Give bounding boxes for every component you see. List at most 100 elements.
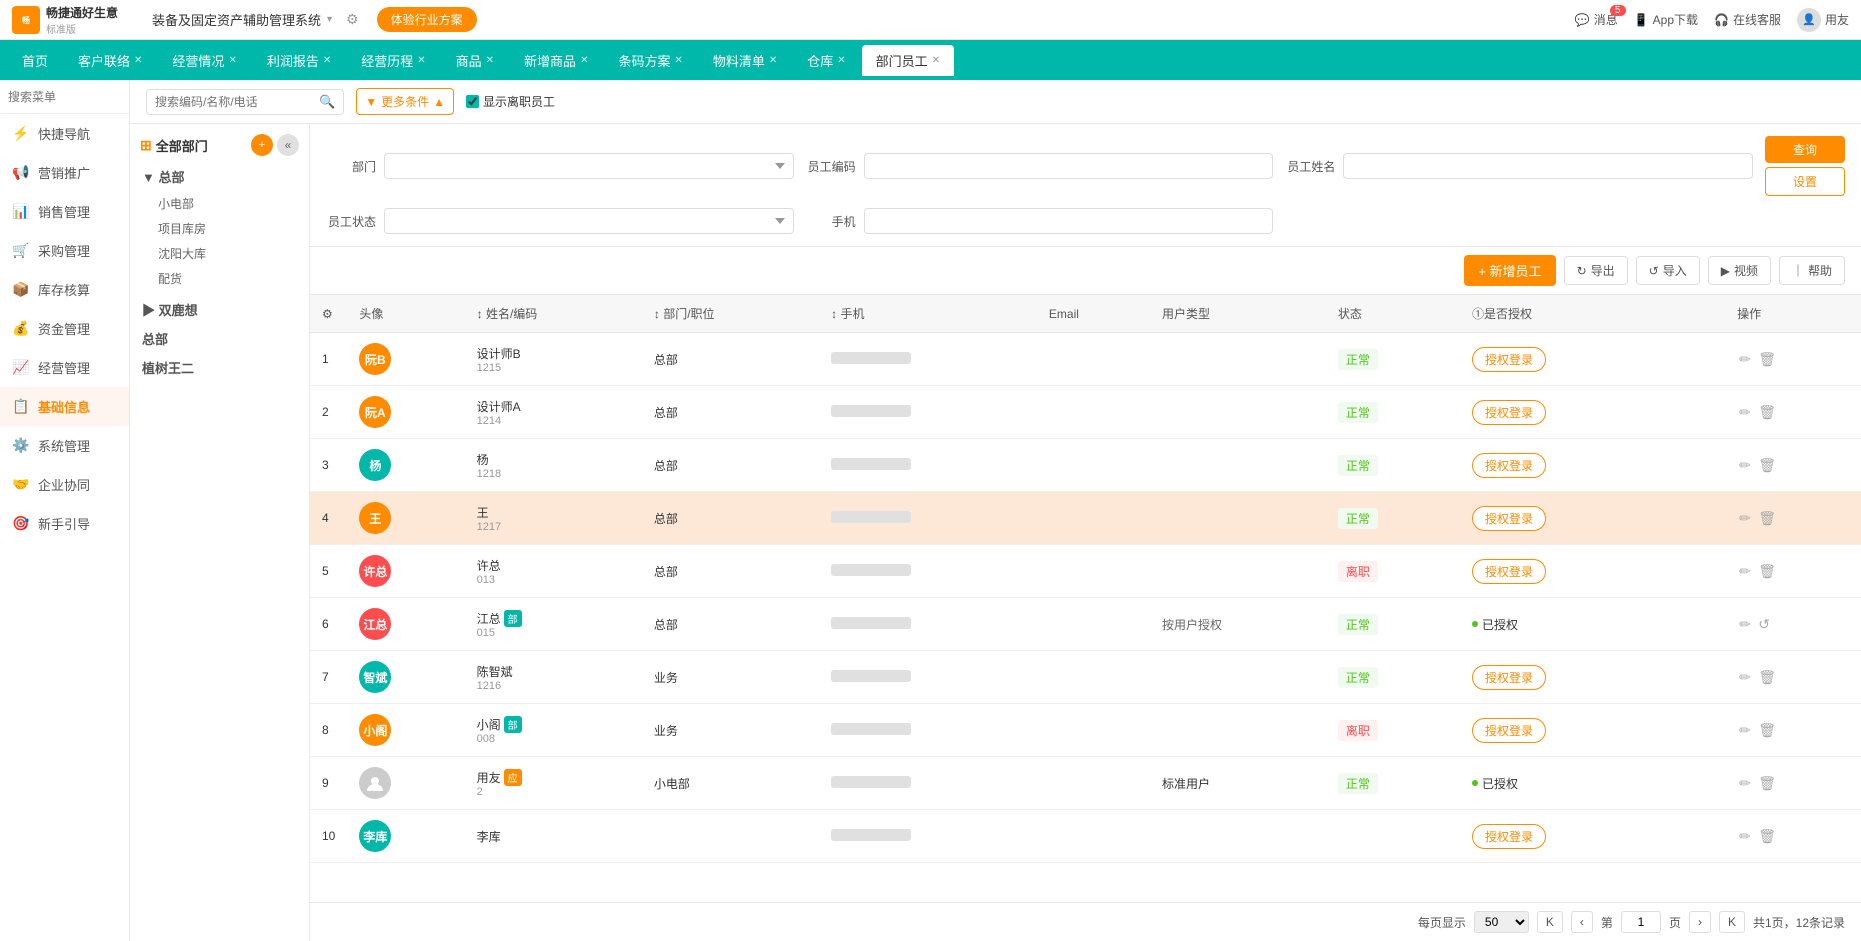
phone-input[interactable] xyxy=(864,208,1274,234)
collapse-dept-button[interactable]: « xyxy=(277,134,299,156)
sidebar-item-sales[interactable]: 📊 销售管理 xyxy=(0,192,129,231)
delete-button[interactable]: 🗑 xyxy=(1756,561,1778,582)
last-page-button[interactable]: K xyxy=(1719,911,1745,933)
import-button[interactable]: ↺ 导入 xyxy=(1636,256,1700,285)
edit-button[interactable]: ✏ xyxy=(1737,455,1753,476)
settings-icon[interactable]: ⚙ xyxy=(346,11,359,28)
dept-node-shuanglu[interactable]: ▶ 双鹿想 xyxy=(138,295,301,324)
sidebar-item-marketing[interactable]: 📢 营销推广 xyxy=(0,153,129,192)
sidebar-item-basic-info[interactable]: 📋 基础信息 xyxy=(0,387,129,426)
tab-home[interactable]: 首页 xyxy=(8,45,62,76)
dept-node-planting[interactable]: 植树王二 xyxy=(138,353,301,382)
dept-child-shenyang[interactable]: 沈阳大库 xyxy=(138,241,301,266)
add-employee-button[interactable]: + 新增员工 xyxy=(1464,255,1555,286)
edit-button[interactable]: ✏ xyxy=(1737,402,1753,423)
edit-button[interactable]: ✏ xyxy=(1737,561,1753,582)
delete-button[interactable]: 🗑 xyxy=(1756,773,1778,794)
tab-goods[interactable]: 商品✕ xyxy=(442,45,508,76)
more-conditions-btn[interactable]: ▼ 更多条件 ▲ xyxy=(356,88,454,115)
user-item[interactable]: 👤 用友 xyxy=(1797,8,1849,32)
next-page-button[interactable]: › xyxy=(1689,911,1711,933)
edit-button[interactable]: ✏ xyxy=(1737,773,1753,794)
authorize-button[interactable]: 授权登录 xyxy=(1472,718,1546,743)
sidebar-item-inventory[interactable]: 📦 库存核算 xyxy=(0,270,129,309)
dept-select[interactable] xyxy=(384,153,794,179)
all-departments[interactable]: ⊞ 全部部门 xyxy=(140,136,208,155)
sidebar-item-quick-nav[interactable]: ⚡ 快捷导航 xyxy=(0,114,129,153)
online-service-item[interactable]: 🎧 在线客服 xyxy=(1714,11,1781,28)
close-icon[interactable]: ✕ xyxy=(417,55,425,66)
delete-button[interactable]: 🗑 xyxy=(1756,402,1778,423)
authorize-button[interactable]: 授权登录 xyxy=(1472,506,1546,531)
delete-button[interactable]: 🗑 xyxy=(1756,349,1778,370)
close-icon[interactable]: ✕ xyxy=(228,55,236,66)
close-icon[interactable]: ✕ xyxy=(580,55,588,66)
page-number-input[interactable] xyxy=(1621,911,1661,933)
search-box[interactable]: 🔍 xyxy=(146,89,344,115)
emp-code-input[interactable] xyxy=(864,153,1274,179)
tab-add-goods[interactable]: 新增商品✕ xyxy=(510,45,602,76)
close-icon[interactable]: ✕ xyxy=(134,55,142,66)
close-icon[interactable]: ✕ xyxy=(932,55,940,66)
prev-page-button[interactable]: ‹ xyxy=(1571,911,1593,933)
export-button[interactable]: ↻ 导出 xyxy=(1564,256,1628,285)
close-icon[interactable]: ✕ xyxy=(674,55,682,66)
authorize-button[interactable]: 授权登录 xyxy=(1472,824,1546,849)
close-icon[interactable]: ✕ xyxy=(837,55,845,66)
set-button[interactable]: 设置 xyxy=(1765,167,1845,196)
sidebar-search[interactable]: 🔍 xyxy=(0,80,129,114)
add-dept-button[interactable]: + xyxy=(251,134,273,156)
col-name-code[interactable]: ↕ 姓名/编码 xyxy=(465,295,642,333)
close-icon[interactable]: ✕ xyxy=(486,55,494,66)
show-resigned-checkbox[interactable]: 显示离职员工 xyxy=(466,93,555,110)
tab-barcode[interactable]: 条码方案✕ xyxy=(604,45,696,76)
tab-bom[interactable]: 物料清单✕ xyxy=(699,45,791,76)
authorize-button[interactable]: 授权登录 xyxy=(1472,400,1546,425)
dept-child-peihuo[interactable]: 配货 xyxy=(138,266,301,291)
emp-status-select[interactable] xyxy=(384,208,794,234)
dept-child-project[interactable]: 项目库房 xyxy=(138,216,301,241)
employee-search-input[interactable] xyxy=(155,95,315,109)
authorize-button[interactable]: 授权登录 xyxy=(1472,665,1546,690)
col-settings[interactable]: ⚙ xyxy=(310,295,347,333)
app-download-item[interactable]: 📱 App下载 xyxy=(1634,11,1698,28)
sidebar-item-finance[interactable]: 💰 资金管理 xyxy=(0,309,129,348)
sidebar-item-operations[interactable]: 📈 经营管理 xyxy=(0,348,129,387)
delete-button[interactable]: 🗑 xyxy=(1756,667,1778,688)
delete-button[interactable]: 🗑 xyxy=(1756,720,1778,741)
tab-history[interactable]: 经营历程✕ xyxy=(347,45,439,76)
help-button[interactable]: ｜ 帮助 xyxy=(1779,256,1845,285)
col-phone[interactable]: ↕ 手机 xyxy=(819,295,1037,333)
authorize-button[interactable]: 授权登录 xyxy=(1472,347,1546,372)
tab-customer[interactable]: 客户联络✕ xyxy=(64,45,156,76)
trial-button[interactable]: 体验行业方案 xyxy=(377,7,477,32)
restore-button[interactable]: ↺ xyxy=(1756,614,1772,635)
close-icon[interactable]: ✕ xyxy=(323,55,331,66)
video-button[interactable]: ▶ 视频 xyxy=(1708,256,1771,285)
delete-button[interactable]: 🗑 xyxy=(1756,826,1778,847)
edit-button[interactable]: ✏ xyxy=(1737,349,1753,370)
authorize-button[interactable]: 授权登录 xyxy=(1472,453,1546,478)
edit-button[interactable]: ✏ xyxy=(1737,720,1753,741)
authorize-button[interactable]: 授权登录 xyxy=(1472,559,1546,584)
dept-node-zongbu[interactable]: ▼ 总部 xyxy=(138,162,301,191)
sidebar-item-guide[interactable]: 🎯 新手引导 xyxy=(0,504,129,543)
search-button[interactable]: 查询 xyxy=(1765,136,1845,163)
edit-button[interactable]: ✏ xyxy=(1737,508,1753,529)
tab-warehouse[interactable]: 仓库✕ xyxy=(793,45,859,76)
close-icon[interactable]: ✕ xyxy=(769,55,777,66)
tab-profit[interactable]: 利润报告✕ xyxy=(253,45,345,76)
edit-button[interactable]: ✏ xyxy=(1737,826,1753,847)
dept-child-xiaodian[interactable]: 小电部 xyxy=(138,191,301,216)
per-page-select[interactable]: 50 20 100 xyxy=(1474,911,1529,933)
edit-button[interactable]: ✏ xyxy=(1737,667,1753,688)
tab-operations[interactable]: 经营情况✕ xyxy=(158,45,250,76)
sidebar-item-purchase[interactable]: 🛒 采购管理 xyxy=(0,231,129,270)
message-item[interactable]: 💬 消息 5 xyxy=(1575,11,1618,28)
delete-button[interactable]: 🗑 xyxy=(1756,455,1778,476)
dept-node-zongbu2[interactable]: 总部 xyxy=(138,324,301,353)
col-dept-pos[interactable]: ↕ 部门/职位 xyxy=(642,295,819,333)
first-page-button[interactable]: K xyxy=(1537,911,1563,933)
dropdown-arrow-icon[interactable]: ▾ xyxy=(327,14,332,25)
emp-name-input[interactable] xyxy=(1343,153,1753,179)
